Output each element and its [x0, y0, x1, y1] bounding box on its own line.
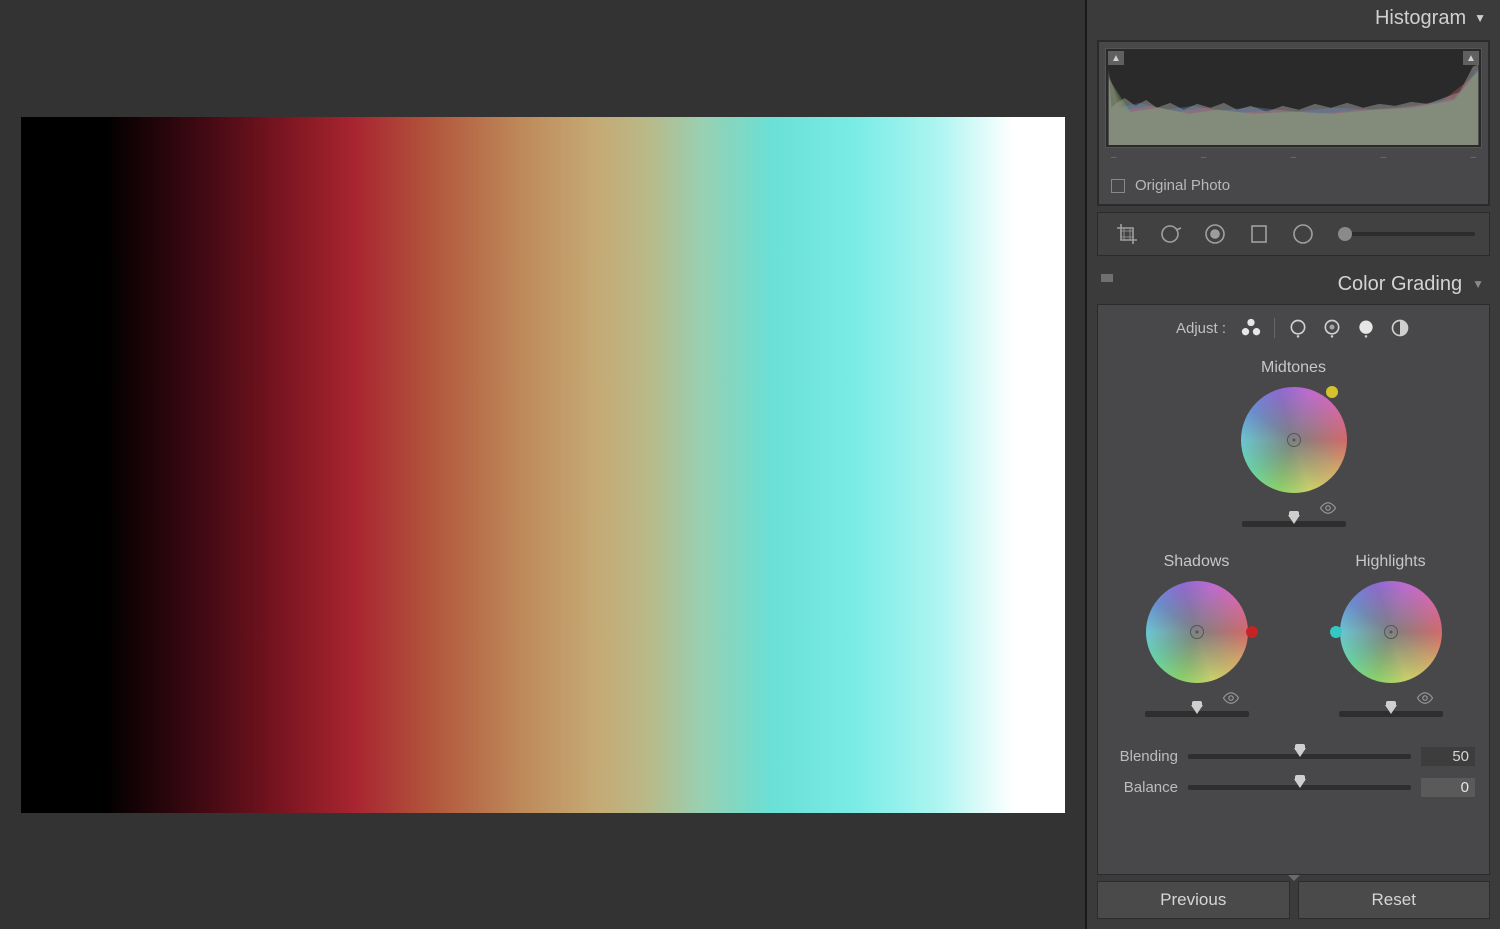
midtones-luminance-thumb[interactable]	[1288, 515, 1300, 524]
panel-resize-grip-icon[interactable]	[1288, 875, 1300, 881]
collapse-icon[interactable]: ▼	[1474, 11, 1486, 25]
shadows-visibility-icon[interactable]	[1222, 689, 1240, 707]
highlights-mode-icon[interactable]	[1355, 317, 1377, 339]
adjustment-brush-slider[interactable]	[1338, 232, 1475, 236]
histogram-zone-labels: –––––	[1105, 148, 1482, 167]
global-mode-icon[interactable]	[1389, 317, 1411, 339]
three-way-mode-icon[interactable]	[1240, 317, 1262, 339]
blending-slider[interactable]	[1188, 754, 1411, 759]
crop-tool-icon[interactable]	[1112, 219, 1142, 249]
shadows-wheel-center[interactable]	[1190, 625, 1204, 639]
shadows-color-wheel[interactable]	[1146, 581, 1248, 683]
shadows-block: Shadows	[1122, 545, 1272, 717]
blending-label: Blending	[1112, 748, 1178, 765]
color-grading-header[interactable]: Color Grading ▼	[1097, 268, 1490, 300]
reset-button[interactable]: Reset	[1298, 881, 1491, 919]
blending-value[interactable]: 50	[1421, 747, 1475, 766]
shadows-mode-icon[interactable]	[1287, 317, 1309, 339]
panel-toggle-switch[interactable]	[1101, 274, 1113, 282]
highlights-luminance-slider[interactable]	[1339, 711, 1443, 717]
shadows-luminance-slider[interactable]	[1145, 711, 1249, 717]
color-grading-title: Color Grading	[1338, 273, 1463, 296]
right-sidebar: Histogram ▼ ▲ ▲ ––––– Original Photo	[1087, 0, 1500, 929]
balance-row: Balance 0	[1112, 778, 1475, 797]
balance-slider[interactable]	[1188, 785, 1411, 790]
midtones-mode-icon[interactable]	[1321, 317, 1343, 339]
panel-collapse-icon[interactable]: ▼	[1472, 277, 1484, 291]
shadows-label: Shadows	[1164, 553, 1230, 571]
brush-slider-knob[interactable]	[1338, 227, 1352, 241]
highlights-hue-dot[interactable]	[1330, 626, 1342, 638]
blending-thumb[interactable]	[1294, 748, 1306, 757]
red-eye-tool-icon[interactable]	[1200, 219, 1230, 249]
spot-removal-tool-icon[interactable]	[1156, 219, 1186, 249]
highlights-color-wheel[interactable]	[1340, 581, 1442, 683]
highlights-block: Highlights	[1316, 545, 1466, 717]
histogram-panel: ▲ ▲ ––––– Original Photo	[1097, 40, 1490, 206]
balance-value[interactable]: 0	[1421, 778, 1475, 797]
midtones-color-wheel[interactable]	[1241, 387, 1347, 493]
balance-thumb[interactable]	[1294, 779, 1306, 788]
midtones-block: Midtones	[1112, 351, 1475, 527]
graduated-filter-tool-icon[interactable]	[1244, 219, 1274, 249]
footer-buttons: Previous Reset	[1097, 881, 1490, 919]
midtones-visibility-icon[interactable]	[1319, 499, 1337, 517]
shadows-luminance-thumb[interactable]	[1191, 705, 1203, 714]
canvas-area	[0, 0, 1087, 929]
midtones-wheel-center[interactable]	[1287, 433, 1301, 447]
highlights-label: Highlights	[1355, 553, 1425, 571]
balance-label: Balance	[1112, 779, 1178, 796]
histogram-graph[interactable]: ▲ ▲	[1105, 48, 1482, 148]
histogram-header[interactable]: Histogram ▼	[1087, 0, 1500, 36]
radial-filter-tool-icon[interactable]	[1288, 219, 1318, 249]
midtones-luminance-slider[interactable]	[1242, 521, 1346, 527]
highlights-luminance-thumb[interactable]	[1385, 705, 1397, 714]
midtones-hue-dot[interactable]	[1326, 386, 1338, 398]
original-photo-label: Original Photo	[1135, 177, 1230, 194]
previous-button[interactable]: Previous	[1097, 881, 1290, 919]
tool-strip	[1097, 212, 1490, 256]
shadows-hue-dot[interactable]	[1246, 626, 1258, 638]
highlights-visibility-icon[interactable]	[1416, 689, 1434, 707]
image-preview[interactable]	[21, 117, 1065, 813]
midtones-label: Midtones	[1261, 359, 1326, 377]
original-photo-row[interactable]: Original Photo	[1105, 167, 1482, 198]
histogram-title: Histogram	[1375, 7, 1466, 30]
color-grading-panel: Adjust : Midtones	[1097, 304, 1490, 875]
original-photo-checkbox[interactable]	[1111, 179, 1125, 193]
adjust-mode-row: Adjust :	[1112, 317, 1475, 351]
highlights-wheel-center[interactable]	[1384, 625, 1398, 639]
blending-row: Blending 50	[1112, 747, 1475, 766]
adjust-label: Adjust :	[1176, 320, 1226, 337]
